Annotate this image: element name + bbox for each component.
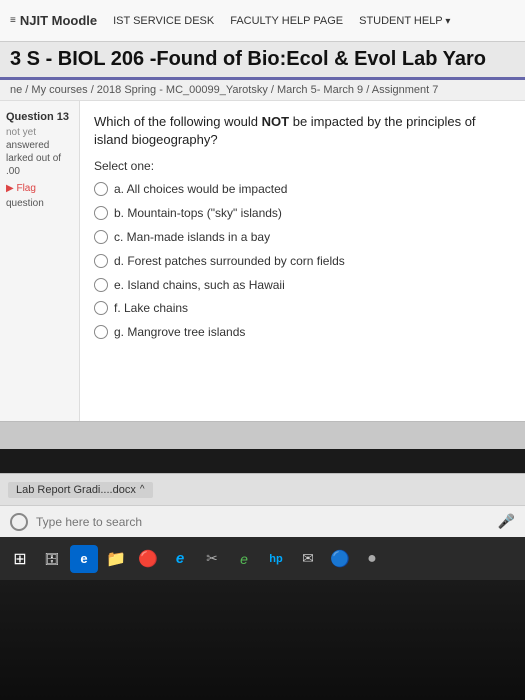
answer-option-f[interactable]: f. Lake chains — [94, 300, 511, 317]
gray-divider — [0, 421, 525, 449]
answer-label-f: f. Lake chains — [114, 300, 188, 317]
taskbar-doc-item[interactable]: Lab Report Gradi....docx ^ — [8, 482, 153, 498]
select-one-label: Select one: — [94, 159, 511, 173]
nav-ist-service-desk[interactable]: IST SERVICE DESK — [113, 15, 214, 27]
question-text-bold: NOT — [262, 114, 289, 129]
taskbar-scissors-icon[interactable]: ✂ — [198, 545, 226, 573]
flag-question-button[interactable]: ▶ Flag — [6, 183, 73, 194]
windows-start-icon[interactable]: ⊞ — [6, 545, 34, 573]
answer-option-c[interactable]: c. Man-made islands in a bay — [94, 229, 511, 246]
answer-label-d: d. Forest patches surrounded by corn fie… — [114, 253, 345, 270]
radio-f[interactable] — [94, 301, 108, 315]
answer-label-e: e. Island chains, such as Hawaii — [114, 277, 285, 294]
page-title: 3 S - BIOL 206 -Found of Bio:Ecol & Evol… — [10, 48, 515, 71]
taskbar-edge-icon[interactable]: e — [166, 545, 194, 573]
answer-label-a: a. All choices would be impacted — [114, 181, 287, 198]
search-circle-icon — [10, 513, 28, 531]
question-number: Question 13 — [6, 111, 73, 123]
radio-c[interactable] — [94, 230, 108, 244]
search-bar: 🎤 — [0, 505, 525, 537]
radio-b[interactable] — [94, 206, 108, 220]
answer-option-g[interactable]: g. Mangrove tree islands — [94, 324, 511, 341]
nav-faculty-help[interactable]: FACULTY HELP PAGE — [230, 15, 343, 27]
taskbar-ie-icon[interactable]: e — [70, 545, 98, 573]
taskbar-icon-last[interactable]: ● — [358, 545, 386, 573]
microphone-icon[interactable]: 🎤 — [498, 513, 515, 530]
radio-g[interactable] — [94, 325, 108, 339]
answer-option-a[interactable]: a. All choices would be impacted — [94, 181, 511, 198]
answer-label-c: c. Man-made islands in a bay — [114, 229, 270, 246]
radio-d[interactable] — [94, 254, 108, 268]
taskbar-icon-4[interactable]: 🔴 — [134, 545, 162, 573]
taskbar-email-icon[interactable]: ✉ — [294, 545, 322, 573]
nav-student-help[interactable]: STUDENT HELP — [359, 15, 450, 27]
radio-e[interactable] — [94, 278, 108, 292]
question-text-prefix: Which of the following would — [94, 114, 262, 129]
taskbar-explorer-icon[interactable]: 📁 — [102, 545, 130, 573]
taskbar-edge2-icon[interactable]: e — [230, 545, 258, 573]
breadcrumb: ne / My courses / 2018 Spring - MC_00099… — [0, 80, 525, 101]
answer-option-e[interactable]: e. Island chains, such as Hawaii — [94, 277, 511, 294]
answer-option-b[interactable]: b. Mountain-tops ("sky" islands) — [94, 205, 511, 222]
taskbar-hp-icon[interactable]: hp — [262, 545, 290, 573]
question-marked-out: larked out of — [6, 153, 73, 164]
question-status-not-yet: not yet — [6, 127, 73, 138]
taskbar-chrome-icon[interactable]: 🔵 — [326, 545, 354, 573]
windows-taskbar: ⊞ 🗄 e 📁 🔴 e ✂ e hp ✉ 🔵 ● — [0, 537, 525, 580]
taskbar-icon-1[interactable]: 🗄 — [38, 545, 66, 573]
question-area: Which of the following would NOT be impa… — [80, 101, 525, 421]
nav-logo[interactable]: ≡ NJIT Moodle — [10, 13, 97, 28]
question-status-answered: answered — [6, 140, 73, 151]
taskbar-strip: Lab Report Gradi....docx ^ — [0, 473, 525, 505]
page-title-banner: 3 S - BIOL 206 -Found of Bio:Ecol & Evol… — [0, 42, 525, 80]
dark-screen-area — [0, 580, 525, 700]
answer-label-b: b. Mountain-tops ("sky" islands) — [114, 205, 282, 222]
flag-sub-label: question — [6, 198, 73, 209]
radio-a[interactable] — [94, 182, 108, 196]
question-marked-val: .00 — [6, 166, 73, 177]
taskbar-chevron-icon[interactable]: ^ — [140, 484, 145, 495]
main-content: Question 13 not yet answered larked out … — [0, 101, 525, 421]
answer-option-d[interactable]: d. Forest patches surrounded by corn fie… — [94, 253, 511, 270]
search-input[interactable] — [36, 515, 490, 529]
question-text: Which of the following would NOT be impa… — [94, 113, 511, 149]
njit-logo-icon: ≡ — [10, 15, 16, 26]
answer-label-g: g. Mangrove tree islands — [114, 324, 245, 341]
taskbar-doc-label: Lab Report Gradi....docx — [16, 484, 136, 496]
top-navigation: ≡ NJIT Moodle IST SERVICE DESK FACULTY H… — [0, 0, 525, 42]
njit-moodle-label: NJIT Moodle — [20, 13, 97, 28]
question-sidebar: Question 13 not yet answered larked out … — [0, 101, 80, 421]
